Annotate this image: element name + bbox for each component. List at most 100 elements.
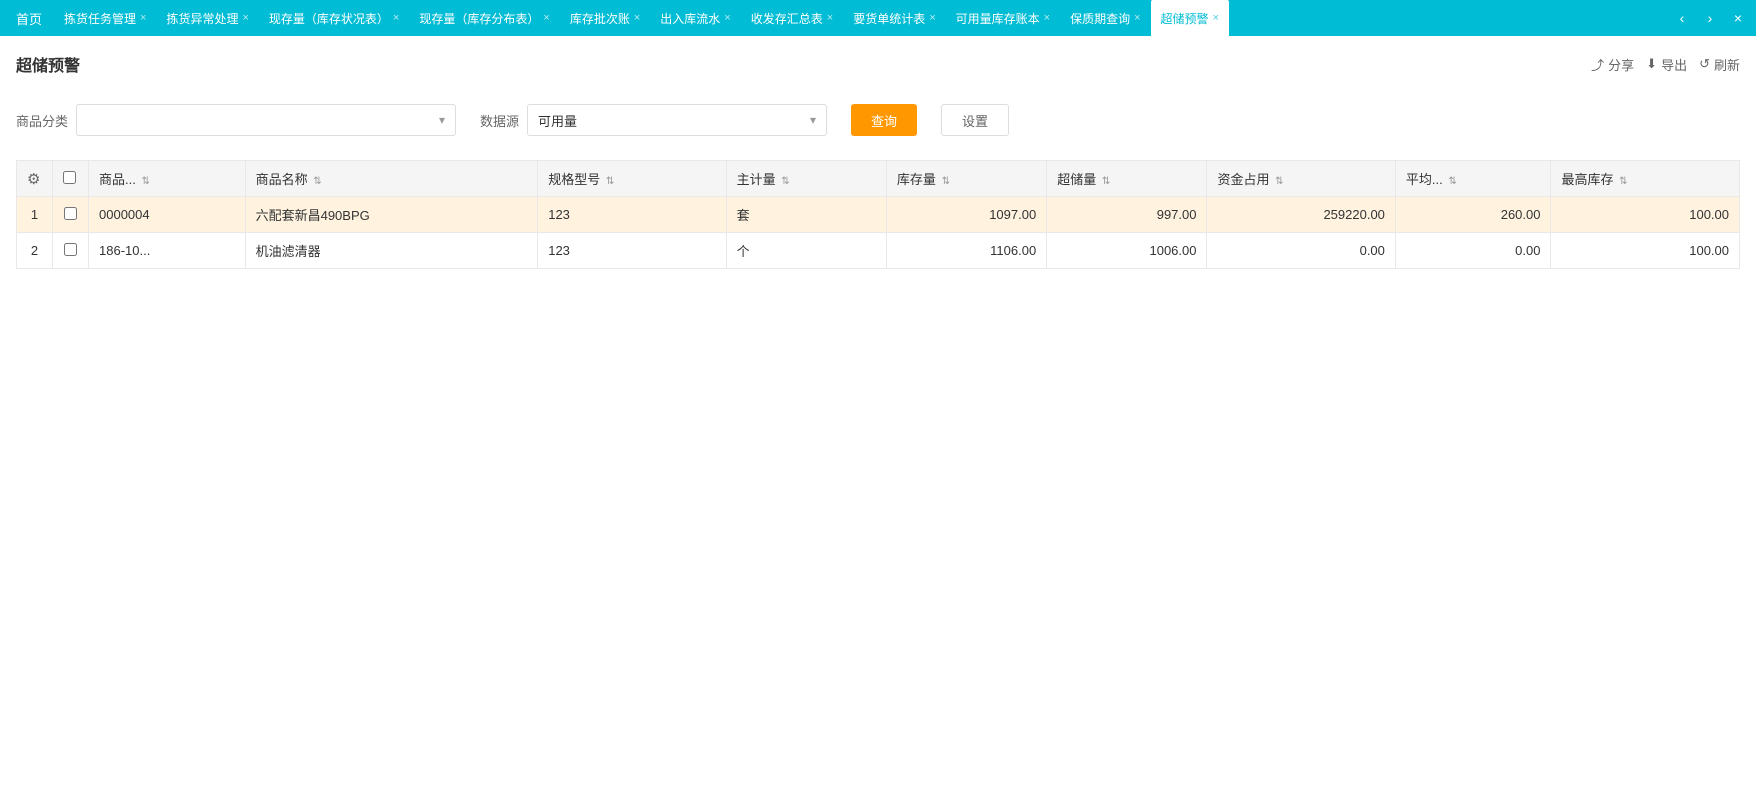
row-num-0: 1 — [17, 197, 53, 233]
query-button[interactable]: 查询 — [851, 104, 917, 136]
th-maxstock-label: 最高库存 — [1561, 172, 1613, 187]
datasource-value: 可用量 — [538, 111, 577, 130]
filter-row: 商品分类 ▾ 数据源 可用量 ▾ 查询 设置 — [16, 92, 1740, 148]
nav-home[interactable]: 首页 — [4, 9, 54, 28]
th-name-label: 商品名称 — [256, 172, 308, 187]
nav-close-all[interactable]: × — [1724, 0, 1752, 36]
th-gear[interactable]: ⚙ — [17, 161, 53, 197]
select-all-checkbox[interactable] — [63, 171, 76, 184]
th-spec[interactable]: 规格型号 ⇅ — [538, 161, 726, 197]
row-spec-0: 123 — [538, 197, 726, 233]
nav-tab-close-1[interactable]: × — [242, 12, 248, 24]
nav-tab-label-6: 收发存汇总表 — [751, 10, 823, 27]
row-name-0: 六配套新昌490BPG — [245, 197, 538, 233]
page-header: 超储预警 ⤴ 分享 ⬇ 导出 ↺ 刷新 — [16, 52, 1740, 76]
nav-tab-3[interactable]: 现存量（库存分布表） × — [409, 0, 559, 36]
nav-tab-close-6[interactable]: × — [827, 12, 833, 24]
refresh-icon: ↺ — [1699, 56, 1710, 72]
datasource-filter: 数据源 可用量 ▾ — [480, 104, 827, 136]
datasource-select[interactable]: 可用量 ▾ — [527, 104, 827, 136]
th-spec-label: 规格型号 — [548, 172, 600, 187]
th-capital[interactable]: 资金占用 ⇅ — [1207, 161, 1395, 197]
nav-tab-close-0[interactable]: × — [140, 12, 146, 24]
th-code-label: 商品... — [99, 172, 136, 187]
row-capital-0: 259220.00 — [1207, 197, 1395, 233]
nav-tab-7[interactable]: 要货单统计表 × — [843, 0, 945, 36]
th-unit-label: 主计量 — [737, 172, 776, 187]
nav-tab-8[interactable]: 可用量库存账本 × — [946, 0, 1060, 36]
th-stock[interactable]: 库存量 ⇅ — [886, 161, 1046, 197]
nav-tab-6[interactable]: 收发存汇总表 × — [741, 0, 843, 36]
sort-icon-overstock: ⇅ — [1102, 176, 1110, 187]
table-header: ⚙ 商品... ⇅ 商品名称 ⇅ 规格型号 ⇅ 主计量 — [17, 161, 1740, 197]
sort-icon-code: ⇅ — [141, 176, 149, 187]
nav-tab-5[interactable]: 出入库流水 × — [650, 0, 740, 36]
sort-icon-unit: ⇅ — [781, 176, 789, 187]
row-stock-0: 1097.00 — [886, 197, 1046, 233]
nav-tab-close-3[interactable]: × — [543, 12, 549, 24]
share-button[interactable]: ⤴ 分享 — [1591, 55, 1634, 74]
header-actions: ⤴ 分享 ⬇ 导出 ↺ 刷新 — [1591, 55, 1740, 74]
nav-prev-arrow[interactable]: ‹ — [1668, 0, 1696, 36]
row-unit-1: 个 — [726, 233, 886, 269]
chevron-down-icon: ▾ — [439, 113, 445, 127]
th-avg[interactable]: 平均... ⇅ — [1395, 161, 1551, 197]
nav-tab-close-2[interactable]: × — [393, 12, 399, 24]
nav-tab-close-4[interactable]: × — [634, 12, 640, 24]
category-filter: 商品分类 ▾ — [16, 104, 456, 136]
table-row: 2 186-10... 机油滤清器 123 个 1106.00 1006.00 … — [17, 233, 1740, 269]
th-maxstock[interactable]: 最高库存 ⇅ — [1551, 161, 1740, 197]
data-table: ⚙ 商品... ⇅ 商品名称 ⇅ 规格型号 ⇅ 主计量 — [16, 160, 1740, 269]
row-maxstock-0: 100.00 — [1551, 197, 1740, 233]
nav-arrows: ‹ › × — [1668, 0, 1752, 36]
export-button[interactable]: ⬇ 导出 — [1646, 55, 1687, 74]
nav-tab-label-4: 库存批次账 — [570, 10, 630, 27]
nav-tab-2[interactable]: 现存量（库存状况表） × — [259, 0, 409, 36]
export-label: 导出 — [1661, 55, 1687, 74]
settings-button[interactable]: 设置 — [941, 104, 1009, 136]
nav-tab-1[interactable]: 拣货异常处理 × — [156, 0, 258, 36]
row-checkbox-0[interactable] — [64, 207, 77, 220]
row-name-1: 机油滤清器 — [245, 233, 538, 269]
nav-tab-label-10: 超储预警 — [1161, 10, 1209, 27]
th-unit[interactable]: 主计量 ⇅ — [726, 161, 886, 197]
top-nav: 首页 拣货任务管理 × 拣货异常处理 × 现存量（库存状况表） × 现存量（库存… — [0, 0, 1756, 36]
row-avg-1: 0.00 — [1395, 233, 1551, 269]
nav-tab-close-5[interactable]: × — [724, 12, 730, 24]
datasource-label: 数据源 — [480, 111, 519, 130]
nav-tab-label-0: 拣货任务管理 — [64, 10, 136, 27]
nav-tab-4[interactable]: 库存批次账 × — [560, 0, 650, 36]
nav-next-arrow[interactable]: › — [1696, 0, 1724, 36]
refresh-button[interactable]: ↺ 刷新 — [1699, 55, 1740, 74]
nav-tab-label-7: 要货单统计表 — [853, 10, 925, 27]
table-row: 1 0000004 六配套新昌490BPG 123 套 1097.00 997.… — [17, 197, 1740, 233]
gear-icon[interactable]: ⚙ — [27, 171, 40, 188]
table-body: 1 0000004 六配套新昌490BPG 123 套 1097.00 997.… — [17, 197, 1740, 269]
share-icon: ⤴ — [1591, 55, 1604, 74]
th-checkbox — [53, 161, 89, 197]
chevron-down-icon-2: ▾ — [810, 113, 816, 127]
nav-tab-label-1: 拣货异常处理 — [166, 10, 238, 27]
sort-icon-capital: ⇅ — [1275, 176, 1283, 187]
nav-tab-close-9[interactable]: × — [1134, 12, 1140, 24]
row-num-1: 2 — [17, 233, 53, 269]
row-stock-1: 1106.00 — [886, 233, 1046, 269]
nav-tab-label-5: 出入库流水 — [660, 10, 720, 27]
th-name[interactable]: 商品名称 ⇅ — [245, 161, 538, 197]
nav-tab-label-2: 现存量（库存状况表） — [269, 10, 389, 27]
nav-tab-close-8[interactable]: × — [1044, 12, 1050, 24]
row-checkbox-1[interactable] — [64, 243, 77, 256]
nav-tab-label-9: 保质期查询 — [1070, 10, 1130, 27]
category-select[interactable]: ▾ — [76, 104, 456, 136]
nav-tab-label-8: 可用量库存账本 — [956, 10, 1040, 27]
nav-tab-10[interactable]: 超储预警 × — [1151, 0, 1229, 36]
nav-tab-9[interactable]: 保质期查询 × — [1060, 0, 1150, 36]
nav-tab-0[interactable]: 拣货任务管理 × — [54, 0, 156, 36]
th-overstock[interactable]: 超储量 ⇅ — [1047, 161, 1207, 197]
row-capital-1: 0.00 — [1207, 233, 1395, 269]
nav-tab-close-7[interactable]: × — [929, 12, 935, 24]
nav-tab-close-10[interactable]: × — [1213, 12, 1219, 24]
page-content: 超储预警 ⤴ 分享 ⬇ 导出 ↺ 刷新 商品分类 ▾ 数据源 — [0, 36, 1756, 800]
th-code[interactable]: 商品... ⇅ — [89, 161, 246, 197]
row-overstock-1: 1006.00 — [1047, 233, 1207, 269]
